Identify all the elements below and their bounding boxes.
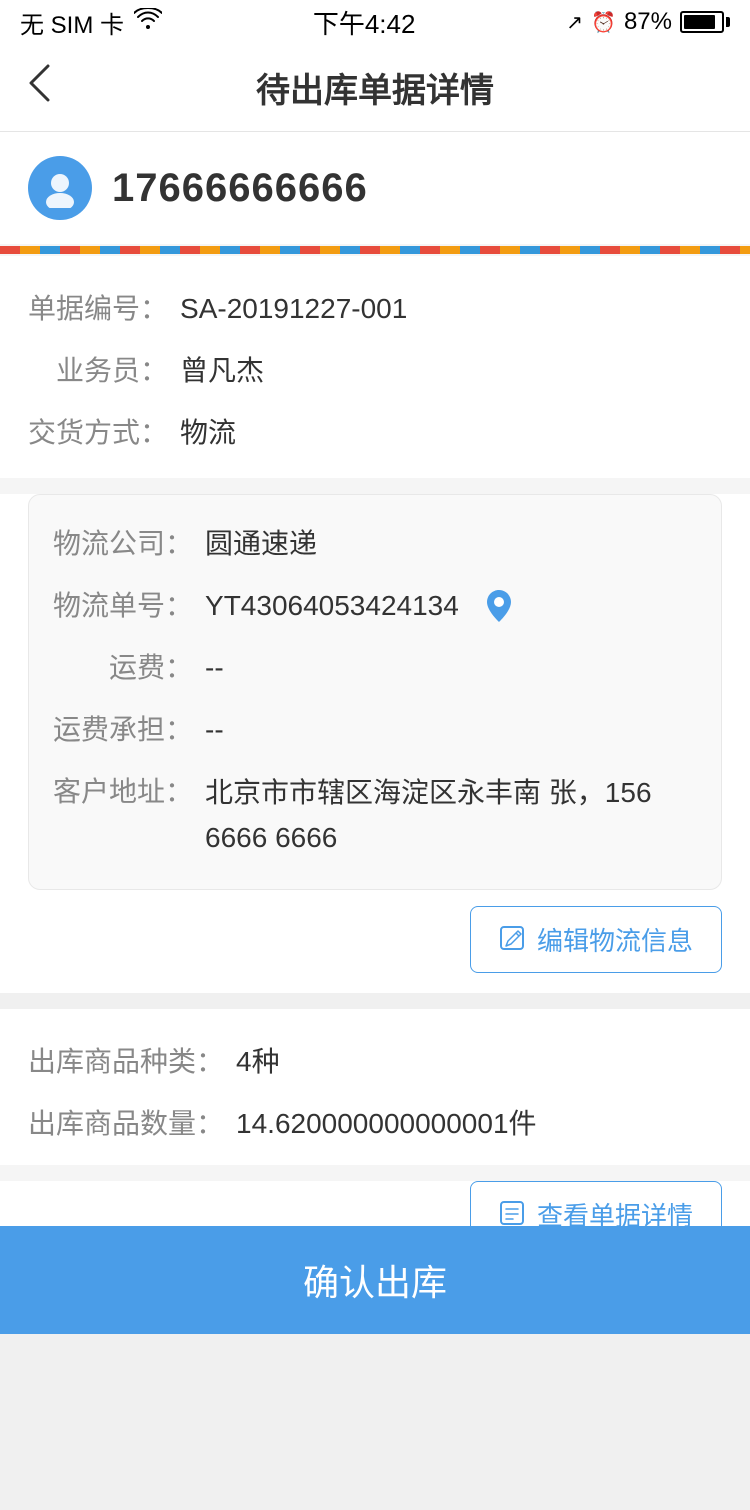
- nav-bar: 待出库单据详情: [0, 44, 750, 132]
- salesperson-row: 业务员： 曾凡杰: [28, 350, 722, 392]
- status-bar-time: 下午4:42: [313, 4, 416, 41]
- address-label: 客户地址：: [53, 771, 193, 813]
- status-bar-left: 无 SIM 卡: [20, 5, 162, 40]
- status-bar: 无 SIM 卡 下午4:42 ↗ ⏰ 87%: [0, 0, 750, 44]
- logistics-company-value: 圆通速递: [205, 523, 697, 565]
- customer-header: 17666666666: [0, 132, 750, 244]
- confirm-button[interactable]: 确认出库: [303, 1254, 447, 1306]
- section-separator: [0, 993, 750, 1009]
- logistics-tracking-row: 物流单号： YT43064053424134: [53, 585, 697, 627]
- dashed-divider: [0, 246, 750, 254]
- avatar: [28, 156, 92, 220]
- alarm-icon: ⏰: [591, 10, 616, 35]
- salesperson-value: 曾凡杰: [180, 350, 722, 392]
- logistics-tracking-label: 物流单号：: [53, 585, 193, 627]
- document-info-section: 单据编号： SA-20191227-001 业务员： 曾凡杰 交货方式： 物流: [0, 256, 750, 478]
- freight-row: 运费： --: [53, 647, 697, 689]
- goods-section: 出库商品种类： 4种 出库商品数量： 14.620000000000001件: [0, 1009, 750, 1165]
- wifi-icon: [134, 8, 162, 36]
- goods-type-value: 4种: [236, 1041, 722, 1083]
- goods-type-row: 出库商品种类： 4种: [28, 1041, 722, 1083]
- freight-label: 运费：: [53, 647, 193, 689]
- logistics-tracking-value: YT43064053424134: [205, 585, 697, 627]
- document-number-label: 单据编号：: [28, 288, 168, 330]
- address-row: 客户地址： 北京市市辖区海淀区永丰南 张，156 6666 6666: [53, 771, 697, 861]
- document-number-value: SA-20191227-001: [180, 288, 722, 330]
- carrier-label: 无 SIM 卡: [20, 5, 124, 40]
- delivery-value: 物流: [180, 412, 722, 454]
- customer-phone: 17666666666: [112, 166, 368, 211]
- goods-quantity-value: 14.620000000000001件: [236, 1103, 722, 1145]
- page-title: 待出库单据详情: [256, 63, 494, 112]
- status-bar-right: ↗ ⏰ 87%: [566, 8, 730, 36]
- freight-bearer-row: 运费承担： --: [53, 709, 697, 751]
- edit-btn-wrap: 编辑物流信息: [0, 906, 750, 993]
- freight-value: --: [205, 647, 697, 689]
- confirm-btn-wrap: 确认出库: [0, 1226, 750, 1334]
- freight-bearer-value: --: [205, 709, 697, 751]
- goods-type-label: 出库商品种类：: [28, 1041, 224, 1083]
- location-status-icon: ↗: [566, 10, 583, 35]
- tracking-location-icon[interactable]: [483, 588, 515, 624]
- salesperson-label: 业务员：: [28, 350, 168, 392]
- goods-quantity-row: 出库商品数量： 14.620000000000001件: [28, 1103, 722, 1145]
- battery-icon: [680, 11, 730, 33]
- logistics-company-label: 物流公司：: [53, 523, 193, 565]
- edit-logistics-button[interactable]: 编辑物流信息: [470, 906, 722, 973]
- back-button[interactable]: [28, 64, 50, 111]
- logistics-card: 物流公司： 圆通速递 物流单号： YT43064053424134 运费： --…: [28, 494, 722, 890]
- goods-quantity-label: 出库商品数量：: [28, 1103, 224, 1145]
- document-number-row: 单据编号： SA-20191227-001: [28, 288, 722, 330]
- delivery-row: 交货方式： 物流: [28, 412, 722, 454]
- logistics-company-row: 物流公司： 圆通速递: [53, 523, 697, 565]
- freight-bearer-label: 运费承担：: [53, 709, 193, 751]
- delivery-label: 交货方式：: [28, 412, 168, 454]
- battery-percentage: 87%: [624, 8, 672, 36]
- address-value: 北京市市辖区海淀区永丰南 张，156 6666 6666: [205, 771, 697, 861]
